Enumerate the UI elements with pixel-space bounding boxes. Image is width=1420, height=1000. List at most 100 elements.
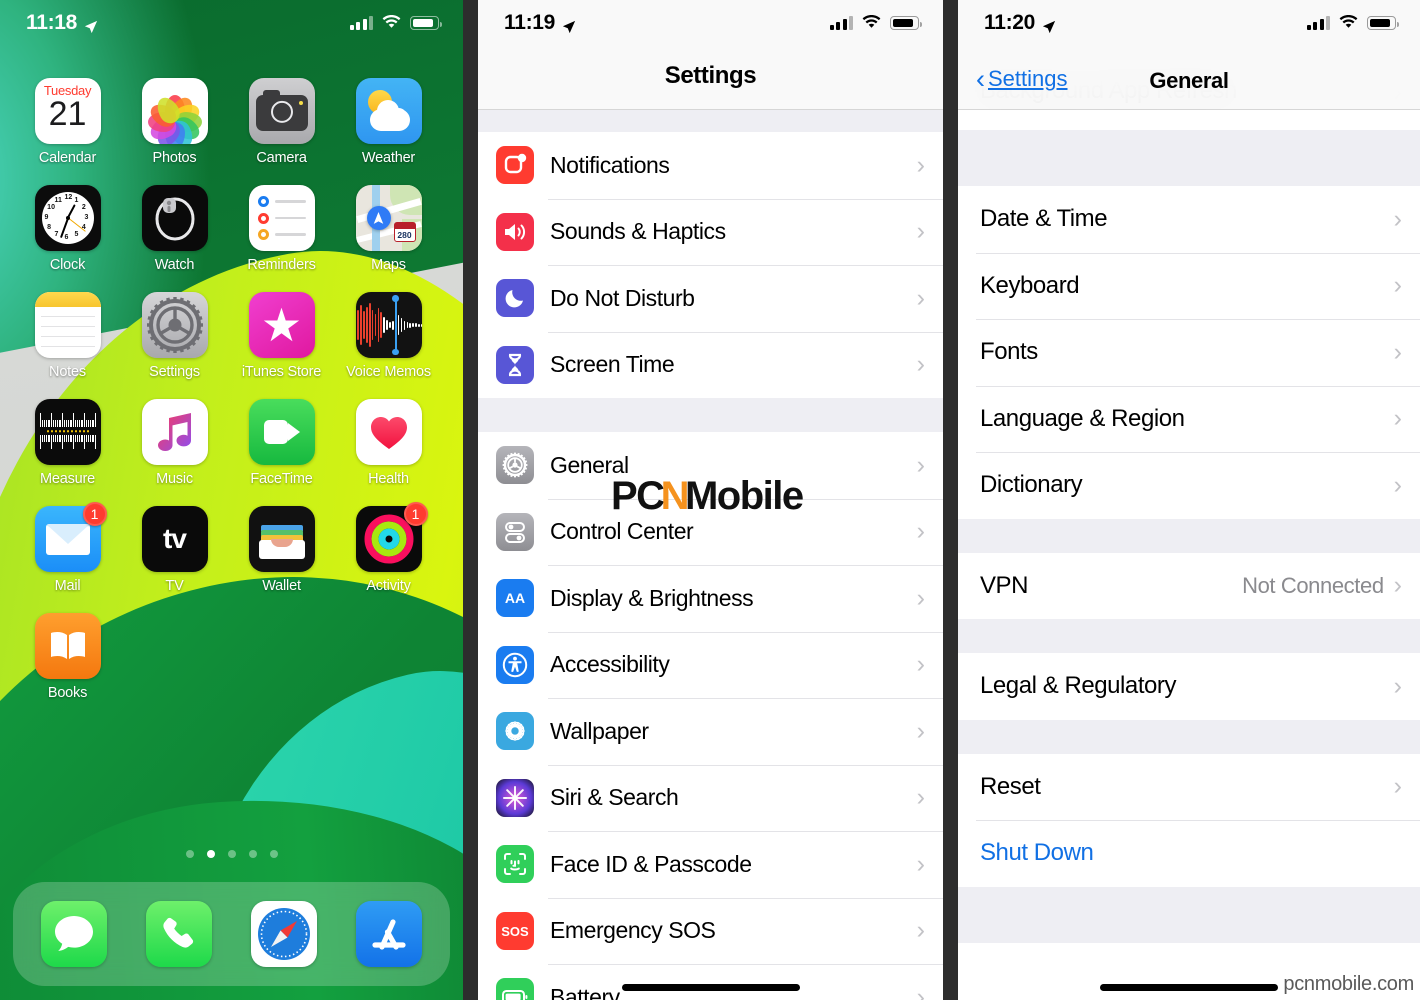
page-dot[interactable] bbox=[206, 850, 215, 858]
clock-numeral: 8 bbox=[47, 224, 52, 231]
page-dot[interactable] bbox=[248, 850, 257, 858]
ruler-tick bbox=[50, 435, 52, 449]
app-label: Mail bbox=[54, 578, 81, 594]
list-item-wallpaper[interactable]: Wallpaper › bbox=[478, 698, 943, 765]
waveform-bar bbox=[366, 307, 368, 343]
page-title: Settings bbox=[664, 62, 757, 89]
watermark-url: pcnmobile.com bbox=[1283, 973, 1414, 995]
chevron-right-icon: › bbox=[916, 583, 925, 612]
clock-numeral: 5 bbox=[74, 231, 79, 239]
app-facetime[interactable]: FaceTime bbox=[228, 399, 335, 487]
app-maps[interactable]: 280 Maps bbox=[335, 185, 442, 273]
app-health[interactable]: Health bbox=[335, 399, 442, 487]
ruler-tick bbox=[90, 435, 92, 442]
ruler-tick bbox=[41, 435, 43, 442]
list-item-notifications[interactable]: Notifications › bbox=[478, 132, 943, 199]
app-activity[interactable]: 1 Activity bbox=[335, 502, 442, 594]
app-books[interactable]: Books bbox=[14, 613, 121, 701]
list-item-label: Accessibility bbox=[550, 651, 670, 678]
wallpaper-icon bbox=[496, 712, 534, 751]
clock-numeral: 7 bbox=[54, 231, 59, 239]
dock-item-messages[interactable] bbox=[40, 901, 107, 967]
list-item-fonts[interactable]: Fonts › bbox=[958, 319, 1420, 386]
page-indicator-dots[interactable] bbox=[0, 850, 463, 858]
safari-icon bbox=[251, 901, 318, 967]
app-music[interactable]: Music bbox=[121, 399, 228, 487]
list-item-shut-down[interactable]: Shut Down› bbox=[958, 820, 1420, 887]
chevron-right-icon: › bbox=[1393, 204, 1402, 233]
face-id-icon bbox=[496, 845, 534, 884]
ruler-tick bbox=[92, 435, 94, 442]
list-item-keyboard[interactable]: Keyboard › bbox=[958, 252, 1420, 319]
app-label: TV bbox=[165, 578, 184, 594]
list-item-emergency-sos[interactable]: SOS Emergency SOS › bbox=[478, 897, 943, 964]
waveform-bar bbox=[374, 314, 377, 336]
app-weather[interactable]: Weather bbox=[335, 78, 442, 166]
app-calendar[interactable]: Tuesday 21 Calendar bbox=[14, 78, 121, 166]
app-label: Music bbox=[156, 471, 193, 487]
home-indicator[interactable] bbox=[621, 984, 800, 991]
app-watch[interactable]: Watch bbox=[121, 185, 228, 273]
app-settings[interactable]: Settings bbox=[121, 292, 228, 380]
siri-search-icon bbox=[496, 778, 534, 817]
app-photos[interactable]: Photos bbox=[121, 78, 228, 166]
list-item-face-id-and-passcode[interactable]: Face ID & Passcode › bbox=[478, 831, 943, 898]
messages-icon bbox=[40, 901, 107, 967]
app-row: Tuesday 21 Calendar Photos Camera Weathe… bbox=[14, 78, 449, 185]
app-store-icon bbox=[356, 901, 423, 967]
list-item-vpn[interactable]: VPN Not Connected › bbox=[958, 552, 1420, 619]
general-scroll-area[interactable]: Background App Refresh › Date & Time›Key… bbox=[958, 0, 1420, 1000]
dock-item-app-store[interactable] bbox=[356, 901, 423, 967]
app-reminders[interactable]: Reminders bbox=[228, 185, 335, 273]
wifi-icon bbox=[862, 14, 881, 33]
dock-item-safari[interactable] bbox=[251, 901, 318, 967]
page-dot[interactable] bbox=[185, 850, 194, 858]
page-dot[interactable] bbox=[227, 850, 236, 858]
ruler-tick bbox=[65, 420, 68, 427]
waveform-bar bbox=[418, 323, 420, 327]
list-item-reset[interactable]: Reset › bbox=[958, 753, 1420, 820]
app-notes[interactable]: Notes bbox=[14, 292, 121, 380]
list-item-sounds-and-haptics[interactable]: Sounds & Haptics › bbox=[478, 198, 943, 265]
ruler-tick bbox=[57, 420, 59, 427]
panel-divider bbox=[943, 0, 958, 1000]
ruler-tick bbox=[52, 435, 54, 442]
ruler-tick bbox=[87, 420, 90, 427]
app-label: Books bbox=[47, 685, 88, 701]
dock-item-phone[interactable] bbox=[145, 901, 212, 967]
app-wallet[interactable]: Wallet bbox=[228, 506, 335, 594]
home-indicator[interactable] bbox=[1100, 984, 1278, 991]
ruler-tick bbox=[54, 435, 57, 442]
ruler-tick bbox=[79, 435, 81, 442]
list-item-accessibility[interactable]: Accessibility › bbox=[478, 631, 943, 698]
list-item-do-not-disturb[interactable]: Do Not Disturb › bbox=[478, 265, 943, 332]
list-item-label: Keyboard bbox=[980, 271, 1080, 299]
svg-text:SOS: SOS bbox=[501, 924, 529, 939]
list-item-dictionary[interactable]: Dictionary › bbox=[958, 452, 1420, 519]
app-label: Health bbox=[368, 471, 409, 487]
list-item-label: Display & Brightness bbox=[550, 584, 754, 611]
reminders-icon bbox=[248, 185, 315, 251]
app-clock[interactable]: 1 2 3 4 5 6 7 8 9 10 11 12 Clock bbox=[14, 185, 121, 273]
list-item-legal-and-regulatory[interactable]: Legal & Regulatory › bbox=[958, 653, 1420, 720]
badge-count: 1 bbox=[403, 502, 428, 526]
ruler-tick bbox=[79, 420, 81, 427]
app-itunes-store[interactable]: ★ iTunes Store bbox=[228, 292, 335, 380]
list-item-language-and-region[interactable]: Language & Region › bbox=[958, 385, 1420, 452]
general-navbar: 11:20 ‹ Settings General bbox=[958, 0, 1420, 110]
clock-numeral: 12 bbox=[64, 194, 73, 201]
app-camera[interactable]: Camera bbox=[228, 78, 335, 166]
app-measure[interactable]: Measure bbox=[14, 399, 121, 487]
waveform-bar bbox=[357, 310, 359, 340]
waveform-bar bbox=[355, 315, 357, 335]
list-item-display-and-brightness[interactable]: AA Display & Brightness › bbox=[478, 565, 943, 632]
ruler-tick bbox=[65, 435, 68, 442]
app-mail[interactable]: 1 Mail bbox=[14, 502, 121, 594]
page-dot[interactable] bbox=[269, 850, 278, 858]
app-tv[interactable]: tv TV bbox=[121, 506, 228, 594]
list-item-siri-and-search[interactable]: Siri & Search › bbox=[478, 764, 943, 831]
ruler-tick bbox=[52, 420, 54, 427]
app-voice-memos[interactable]: Voice Memos bbox=[335, 292, 442, 380]
list-item-date-and-time[interactable]: Date & Time › bbox=[958, 186, 1420, 253]
list-item-screen-time[interactable]: Screen Time › bbox=[478, 331, 943, 398]
